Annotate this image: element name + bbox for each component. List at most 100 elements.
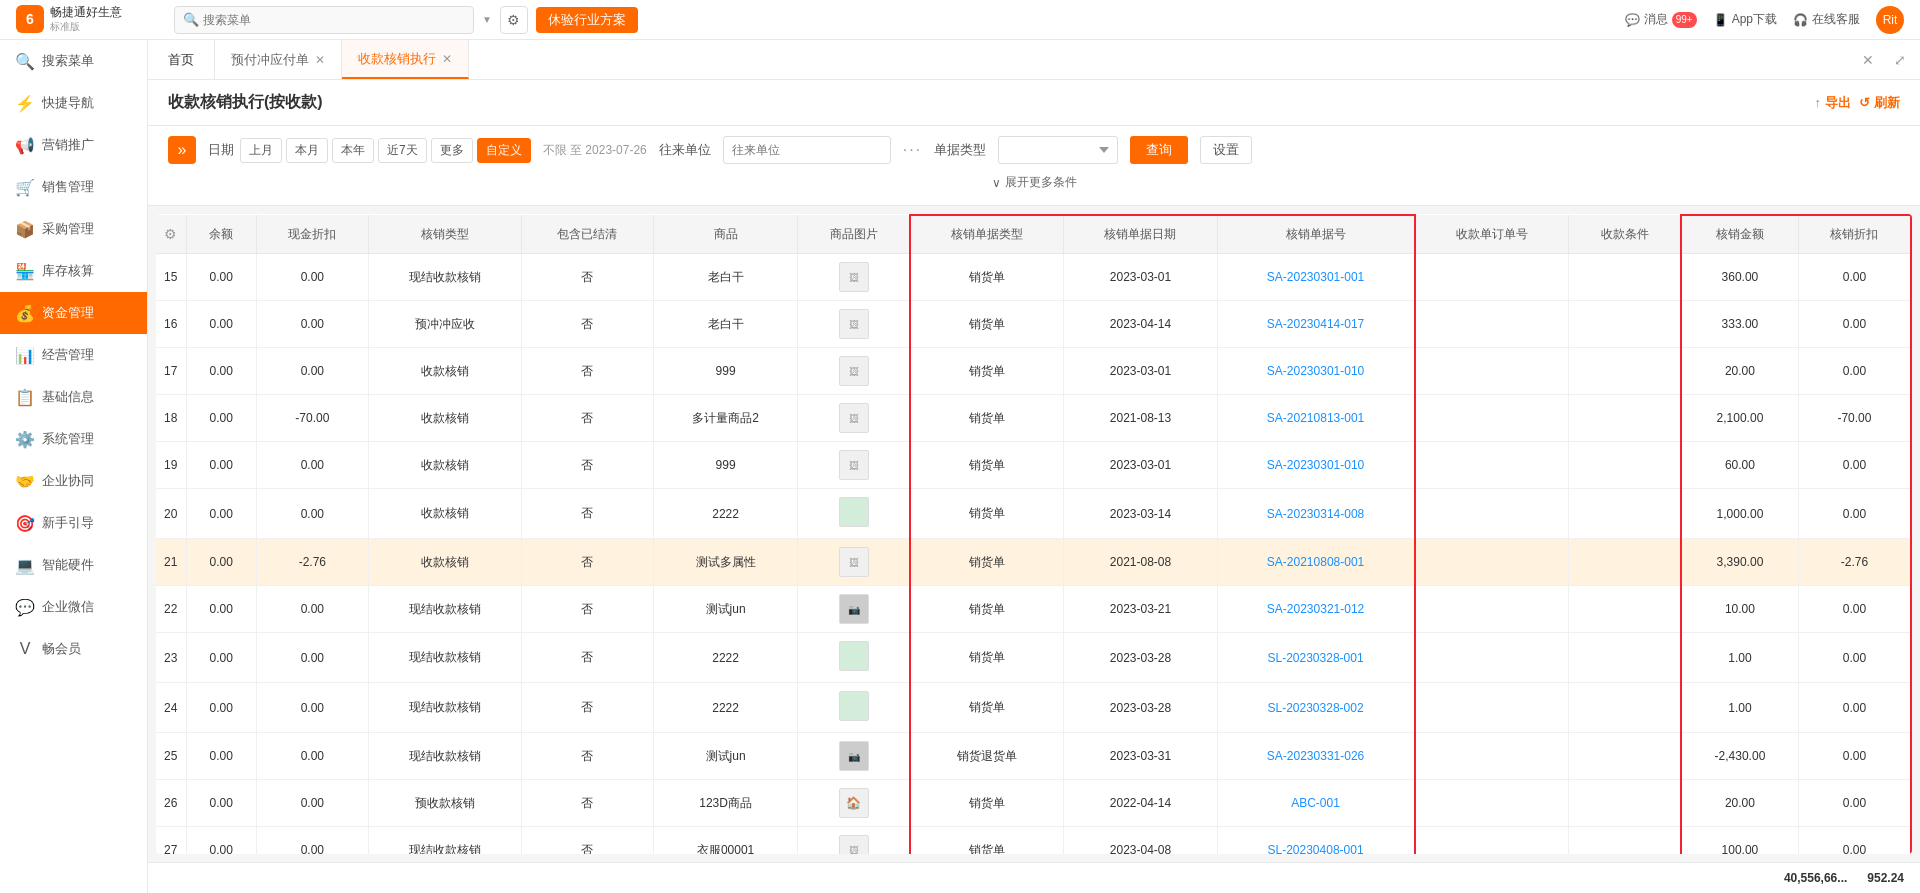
cell-receipt-order-no [1415, 633, 1569, 683]
online-service-button[interactable]: 🎧 在线客服 [1793, 11, 1860, 28]
cell-balance: 0.00 [186, 442, 256, 489]
cell-verify-doc-no: SA-20230321-012 [1217, 586, 1415, 633]
cell-no: 26 [156, 780, 186, 827]
expand-more-label: 展开更多条件 [1005, 174, 1077, 191]
cell-receipt-condition [1568, 780, 1681, 827]
cell-product-img: 🖼 [798, 348, 911, 395]
filter-expand-button[interactable]: » [168, 136, 196, 164]
date-btn-custom[interactable]: 自定义 [477, 138, 531, 163]
sidebar-item-system[interactable]: ⚙️ 系统管理 [0, 418, 147, 460]
sidebar-item-label: 快捷导航 [42, 94, 94, 112]
sidebar-item-guide[interactable]: 🎯 新手引导 [0, 502, 147, 544]
app-download-button[interactable]: 📱 App下载 [1713, 11, 1777, 28]
tab-prepay-close[interactable]: ✕ [315, 53, 325, 67]
tab-bar: 首页 预付冲应付单 ✕ 收款核销执行 ✕ ✕ ⤢ [148, 40, 1920, 80]
inventory-icon: 🏪 [16, 262, 34, 280]
doc-type-select[interactable] [998, 136, 1118, 164]
th-include-settled: 包含已结清 [521, 215, 653, 254]
cell-product: 2222 [654, 683, 798, 733]
dropdown-arrow-icon[interactable]: ▼ [482, 14, 492, 25]
cell-product-img: 🖼 [798, 827, 911, 855]
cell-verify-doc-no: SA-20230301-001 [1217, 254, 1415, 301]
cell-balance: 0.00 [186, 733, 256, 780]
cell-verify-type: 预收款核销 [368, 780, 521, 827]
date-buttons: 上月 本月 本年 近7天 更多 自定义 [240, 138, 531, 163]
notice-button[interactable]: 💬 消息 99+ [1625, 11, 1697, 28]
sidebar-item-vip[interactable]: V 畅会员 [0, 628, 147, 670]
cell-receipt-condition [1568, 733, 1681, 780]
cell-verify-doc-no: SA-20230301-010 [1217, 442, 1415, 489]
cell-verify-doc-date: 2023-03-21 [1064, 586, 1217, 633]
gear-col-icon[interactable]: ⚙ [164, 226, 177, 242]
chevron-down-icon: ∨ [992, 176, 1001, 190]
date-btn-more[interactable]: 更多 [431, 138, 473, 163]
cell-product: 多计量商品2 [654, 395, 798, 442]
cell-verify-type: 现结收款核销 [368, 683, 521, 733]
tab-maximize-button[interactable]: ⤢ [1888, 48, 1912, 72]
cell-verify-doc-type: 销货单 [910, 780, 1064, 827]
cell-product-img: 🖼 [798, 539, 911, 586]
tab-prepay[interactable]: 预付冲应付单 ✕ [215, 40, 342, 79]
date-btn-last-7days[interactable]: 近7天 [378, 138, 427, 163]
user-avatar[interactable]: Rit [1876, 6, 1904, 34]
doc-type-group: 单据类型 [934, 141, 986, 159]
tab-close-all-button[interactable]: ✕ [1856, 48, 1880, 72]
sidebar-item-finance[interactable]: 💰 资金管理 [0, 292, 147, 334]
sidebar-item-hardware[interactable]: 💻 智能硬件 [0, 544, 147, 586]
cell-verify-doc-type: 销货单 [910, 442, 1064, 489]
sidebar-item-operations[interactable]: 📊 经营管理 [0, 334, 147, 376]
cell-receipt-condition [1568, 442, 1681, 489]
tab-collect[interactable]: 收款核销执行 ✕ [342, 40, 469, 79]
search-bar[interactable]: 🔍 [174, 6, 474, 34]
date-btn-this-month[interactable]: 本月 [286, 138, 328, 163]
sidebar-item-search[interactable]: 🔍 搜索菜单 [0, 40, 147, 82]
sidebar-item-quicknav[interactable]: ⚡ 快捷导航 [0, 82, 147, 124]
cell-include-settled: 否 [521, 301, 653, 348]
basic-icon: 📋 [16, 388, 34, 406]
cell-verify-type: 现结收款核销 [368, 586, 521, 633]
sidebar-item-sales[interactable]: 🛒 销售管理 [0, 166, 147, 208]
sidebar-item-purchase[interactable]: 📦 采购管理 [0, 208, 147, 250]
settings-icon[interactable]: ⚙ [500, 6, 528, 34]
sidebar-item-enterprise[interactable]: 🤝 企业协同 [0, 460, 147, 502]
logo: 6 畅捷通好生意 标准版 [16, 5, 164, 33]
query-button[interactable]: 查询 [1130, 136, 1188, 164]
from-unit-input[interactable] [723, 136, 891, 164]
cell-include-settled: 否 [521, 489, 653, 539]
date-btn-this-year[interactable]: 本年 [332, 138, 374, 163]
cell-verify-doc-no: SA-20230331-026 [1217, 733, 1415, 780]
quicknav-icon: ⚡ [16, 94, 34, 112]
th-verify-type: 核销类型 [368, 215, 521, 254]
export-button[interactable]: ↑ 导出 [1815, 94, 1852, 112]
th-cash-discount: 现金折扣 [256, 215, 368, 254]
cell-verify-amount: 10.00 [1681, 586, 1798, 633]
sidebar-item-marketing[interactable]: 📢 营销推广 [0, 124, 147, 166]
cell-cash-discount: 0.00 [256, 348, 368, 395]
cell-verify-doc-no: SA-20210813-001 [1217, 395, 1415, 442]
cell-verify-doc-no: SL-20230328-001 [1217, 633, 1415, 683]
tab-home[interactable]: 首页 [148, 40, 215, 79]
sidebar-item-inventory[interactable]: 🏪 库存核算 [0, 250, 147, 292]
date-btn-last-month[interactable]: 上月 [240, 138, 282, 163]
filter-settings-button[interactable]: 设置 [1200, 136, 1252, 164]
cell-verify-discount: 0.00 [1798, 733, 1911, 780]
search-input[interactable] [203, 13, 465, 27]
tab-collect-close[interactable]: ✕ [442, 52, 452, 66]
cell-balance: 0.00 [186, 586, 256, 633]
cell-verify-doc-date: 2023-03-14 [1064, 489, 1217, 539]
cell-verify-doc-type: 销货单 [910, 827, 1064, 855]
cell-balance: 0.00 [186, 301, 256, 348]
cell-product-img: 🖼 [798, 301, 911, 348]
table-row: 25 0.00 0.00 现结收款核销 否 测试jun 📷 销货退货单 2023… [156, 733, 1911, 780]
industry-button[interactable]: 休验行业方案 [536, 7, 638, 33]
cell-verify-doc-type: 销货单 [910, 586, 1064, 633]
cell-product: 测试jun [654, 586, 798, 633]
table-row: 16 0.00 0.00 预冲冲应收 否 老白干 🖼 销货单 2023-04-1… [156, 301, 1911, 348]
cell-cash-discount: 0.00 [256, 633, 368, 683]
filter-bar: » 日期 上月 本月 本年 近7天 更多 自定义 不限 至 202 [148, 126, 1920, 206]
sidebar-item-wechat[interactable]: 💬 企业微信 [0, 586, 147, 628]
refresh-button[interactable]: ↺ 刷新 [1859, 94, 1900, 112]
sidebar-item-basic[interactable]: 📋 基础信息 [0, 376, 147, 418]
expand-more-button[interactable]: ∨ 展开更多条件 [982, 170, 1087, 195]
cell-verify-discount: 0.00 [1798, 827, 1911, 855]
